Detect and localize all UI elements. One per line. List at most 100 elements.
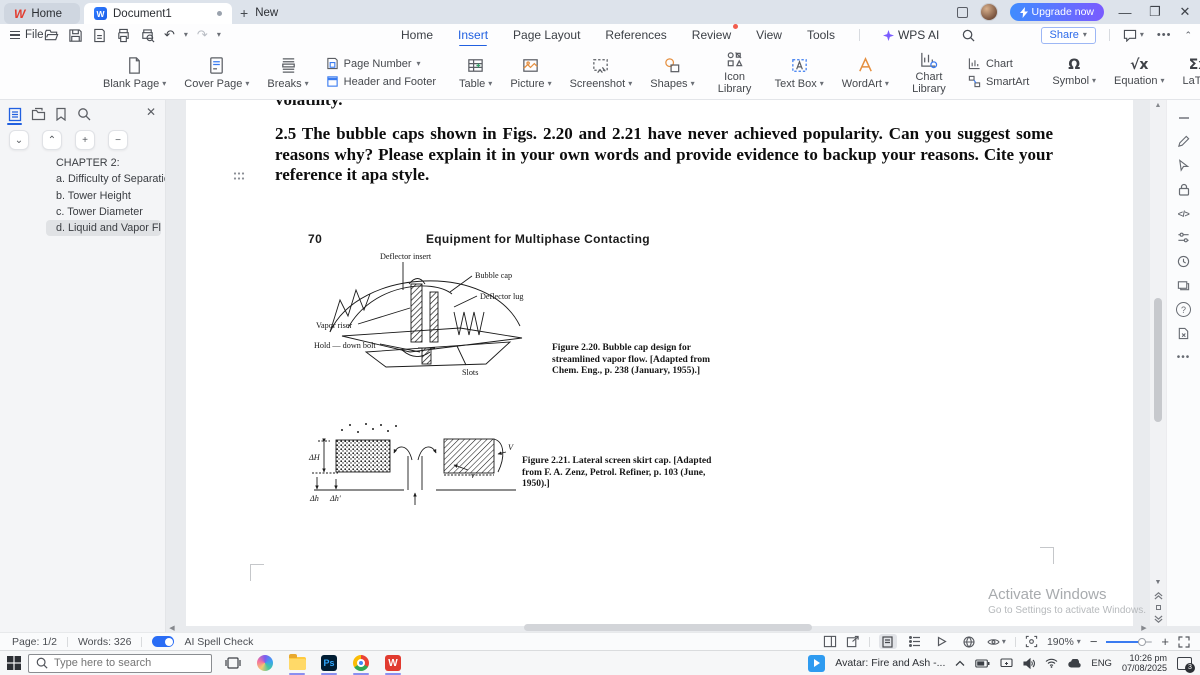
- vpn-cloud-icon[interactable]: [1068, 658, 1081, 668]
- search-icon[interactable]: [962, 29, 975, 42]
- outline-item-chapter[interactable]: CHAPTER 2:: [0, 155, 165, 171]
- horizontal-scrollbar[interactable]: ◀ ▶: [166, 623, 1150, 632]
- page-number-button[interactable]: Page Number ▾: [326, 57, 436, 70]
- zoom-slider[interactable]: [1106, 637, 1153, 646]
- table-button[interactable]: Table ▾: [450, 49, 501, 97]
- edit-pen-icon[interactable]: [1176, 134, 1191, 149]
- eye-protect-button[interactable]: ▾: [987, 637, 1006, 647]
- wordart-button[interactable]: WordArt ▾: [833, 49, 898, 97]
- document-page[interactable]: volatility. 2.5 The bubble caps shown in…: [186, 100, 1133, 626]
- open-app-title[interactable]: Avatar: Fire and Ash -...: [835, 657, 945, 669]
- collapse-rail-icon[interactable]: [1176, 110, 1191, 125]
- select-cursor-icon[interactable]: [1176, 158, 1191, 173]
- screenshot-button[interactable]: Screenshot ▾: [561, 49, 642, 97]
- print-layout-view-button[interactable]: [878, 634, 897, 649]
- chapter-folder-icon[interactable]: [31, 107, 46, 121]
- new-tab-button[interactable]: + New: [240, 4, 278, 22]
- export-view-icon[interactable]: [846, 635, 860, 648]
- share-button[interactable]: Share ▾: [1040, 26, 1096, 44]
- home-tab[interactable]: W Home: [4, 3, 80, 24]
- tab-home[interactable]: Home: [400, 26, 434, 44]
- zoom-in-outline-button[interactable]: +: [75, 130, 95, 150]
- scroll-down-icon[interactable]: ▼: [1155, 579, 1162, 586]
- settings-sliders-icon[interactable]: [1176, 230, 1191, 245]
- print-preview-icon[interactable]: [140, 28, 155, 43]
- clear-format-doc-icon[interactable]: [1176, 326, 1191, 341]
- undo-dropdown-icon[interactable]: ▾: [184, 31, 188, 39]
- document-tab[interactable]: W Document1: [84, 3, 232, 24]
- scroll-left-icon[interactable]: ◀: [166, 624, 178, 632]
- tab-tools[interactable]: Tools: [806, 26, 836, 44]
- picture-button[interactable]: Picture ▾: [501, 49, 560, 97]
- hidden-icons-button[interactable]: [955, 660, 965, 667]
- outline-item-b[interactable]: b. Tower Height: [0, 188, 165, 204]
- chart-library-button[interactable]: Chart Library: [898, 49, 960, 97]
- print-icon[interactable]: [116, 28, 131, 43]
- open-folder-icon[interactable]: [44, 28, 59, 43]
- chart-button[interactable]: Chart: [968, 57, 1029, 70]
- speaker-icon[interactable]: [1023, 657, 1036, 669]
- start-button[interactable]: [0, 656, 28, 670]
- redo-icon[interactable]: ↷: [197, 27, 208, 43]
- avatar[interactable]: [979, 3, 998, 21]
- tab-insert[interactable]: Insert: [457, 26, 489, 47]
- question-paragraph[interactable]: 2.5 The bubble caps shown in Figs. 2.20 …: [275, 124, 1053, 186]
- close-pane-icon[interactable]: ✕: [146, 105, 156, 119]
- history-clock-icon[interactable]: [1176, 254, 1191, 269]
- qat-more-icon[interactable]: ▾: [217, 31, 221, 39]
- notification-center-button[interactable]: 3: [1177, 656, 1195, 673]
- code-view-icon[interactable]: </>: [1176, 206, 1191, 221]
- upgrade-button[interactable]: Upgrade now: [1009, 3, 1104, 21]
- scroll-right-icon[interactable]: ▶: [1138, 624, 1150, 632]
- onedrive-sync-icon[interactable]: [1000, 657, 1013, 669]
- tab-page-layout[interactable]: Page Layout: [512, 26, 581, 44]
- window-mode-icon[interactable]: [956, 6, 968, 18]
- fit-page-icon[interactable]: [1025, 635, 1038, 648]
- save-icon[interactable]: [68, 28, 83, 43]
- export-pdf-icon[interactable]: [92, 28, 107, 43]
- shapes-button[interactable]: Shapes ▾: [641, 49, 703, 97]
- lock-icon[interactable]: [1176, 182, 1191, 197]
- tab-review[interactable]: Review: [691, 24, 739, 44]
- web-layout-button[interactable]: [960, 634, 978, 649]
- fullscreen-icon[interactable]: [1178, 635, 1190, 648]
- header-footer-button[interactable]: Header and Footer: [326, 75, 436, 88]
- media-app-button[interactable]: [808, 654, 826, 672]
- word-count[interactable]: Words: 326: [78, 636, 132, 648]
- comment-mode-button[interactable]: ▾: [1123, 29, 1144, 42]
- tab-references[interactable]: References: [604, 26, 667, 44]
- wps-office-button[interactable]: W: [384, 652, 402, 675]
- task-view-button[interactable]: [224, 652, 242, 675]
- previous-page-icon[interactable]: [1154, 591, 1163, 600]
- close-button[interactable]: ✕: [1176, 4, 1194, 20]
- expand-down-button[interactable]: ⌄: [9, 130, 29, 150]
- zoom-slider-thumb[interactable]: [1137, 637, 1146, 646]
- smartart-button[interactable]: SmartArt: [968, 75, 1029, 88]
- more-options-icon[interactable]: •••: [1157, 29, 1172, 41]
- help-icon[interactable]: ?: [1176, 302, 1191, 317]
- outline-item-d-selected[interactable]: d. Liquid and Vapor Flow Ra...: [46, 220, 161, 237]
- latex-button[interactable]: Σx LaTeX: [1174, 49, 1200, 97]
- bookmark-pane-icon[interactable]: [55, 107, 67, 121]
- breaks-button[interactable]: Breaks ▾: [258, 49, 317, 97]
- layout-frames-icon[interactable]: [1176, 278, 1191, 293]
- wps-ai-button[interactable]: WPS AI: [882, 28, 939, 42]
- rail-more-icon[interactable]: •••: [1176, 350, 1191, 365]
- cover-page-button[interactable]: Cover Page ▾: [175, 49, 258, 97]
- clock[interactable]: 10:26 pm 07/08/2025: [1122, 653, 1167, 674]
- drag-handle-icon[interactable]: [233, 172, 245, 181]
- hscroll-thumb[interactable]: [523, 624, 812, 631]
- select-browse-object-icon[interactable]: [1155, 605, 1161, 610]
- vscroll-thumb[interactable]: [1154, 298, 1162, 422]
- vertical-scrollbar[interactable]: ▲ ▼: [1150, 100, 1166, 626]
- next-page-icon[interactable]: [1154, 615, 1163, 624]
- battery-icon[interactable]: [975, 658, 990, 668]
- text-box-button[interactable]: Text Box ▾: [766, 49, 833, 97]
- taskbar-search[interactable]: [28, 653, 212, 673]
- task-pane-icon[interactable]: [823, 635, 837, 648]
- file-menu[interactable]: File: [10, 29, 44, 41]
- undo-icon[interactable]: ↶: [164, 27, 175, 43]
- zoom-out-button[interactable]: −: [1090, 635, 1098, 648]
- scanned-figure-image[interactable]: 70 Equipment for Multiphase Contacting D…: [296, 230, 766, 520]
- page-indicator[interactable]: Page: 1/2: [12, 636, 57, 648]
